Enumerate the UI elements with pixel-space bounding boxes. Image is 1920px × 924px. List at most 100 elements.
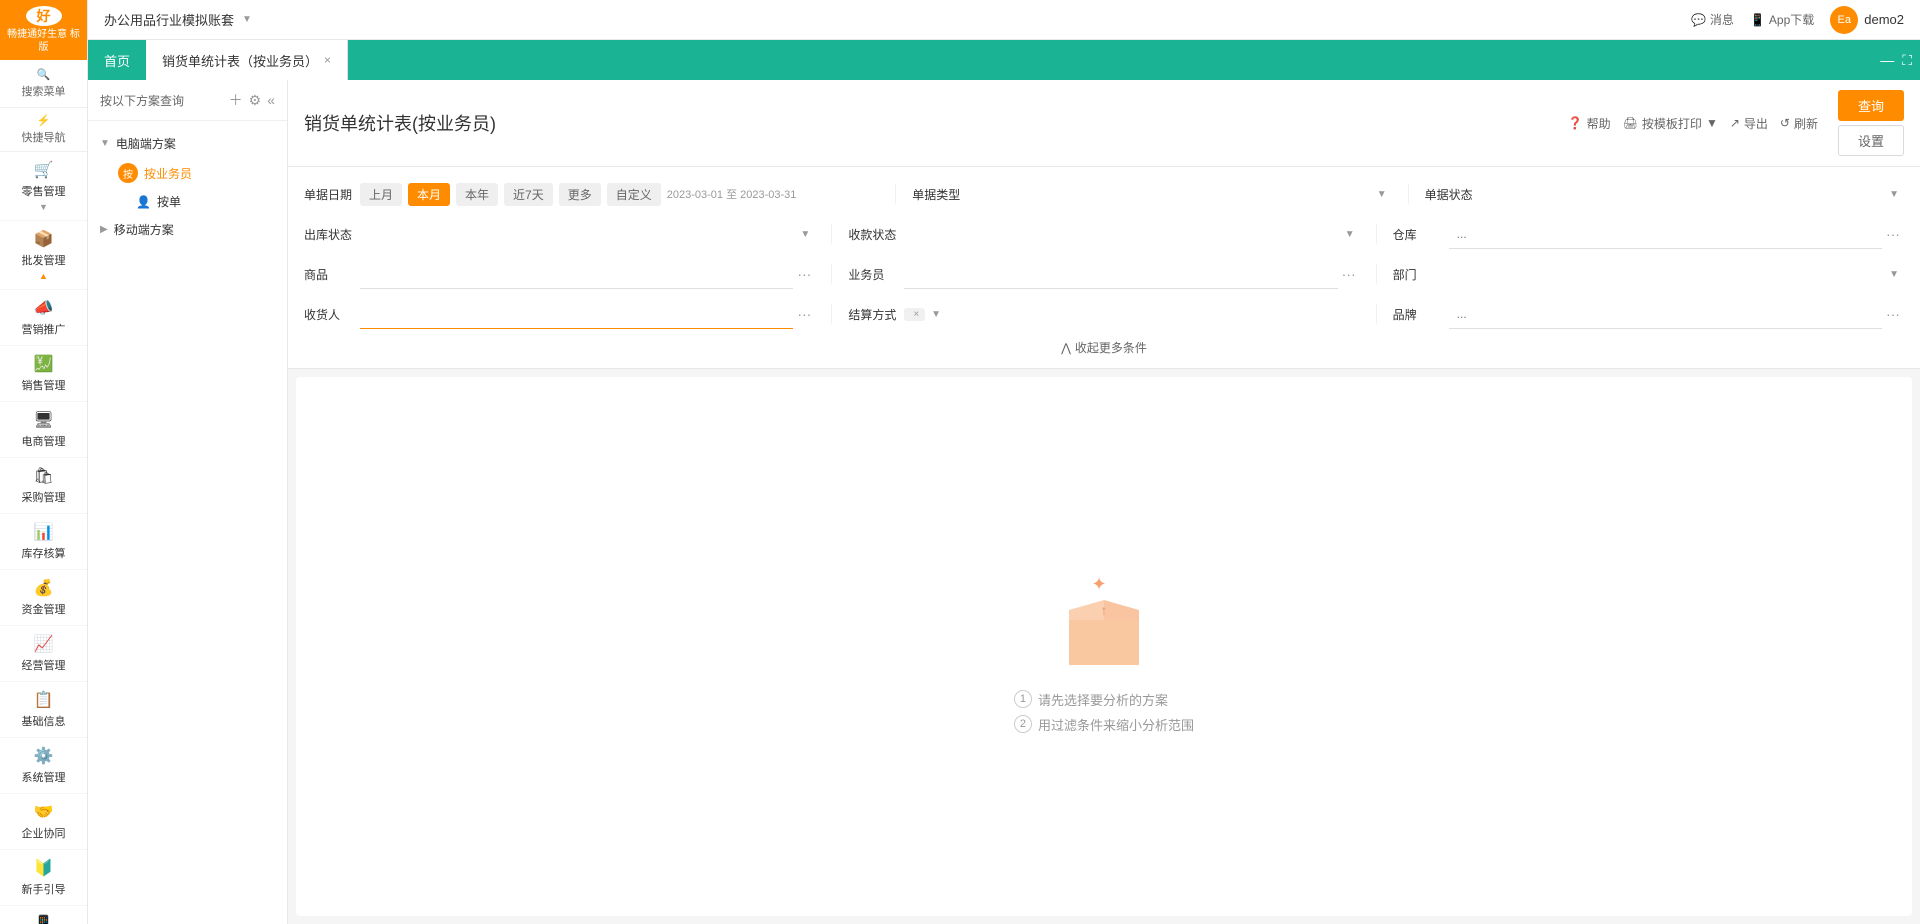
goods-more-btn[interactable]: ··· xyxy=(793,266,815,282)
department-arrow: ▼ xyxy=(1889,269,1899,280)
sidebar-item-enterprise[interactable]: 🤝 企业协同 xyxy=(0,794,87,850)
tree-grandchild-by-order-label: 按单 xyxy=(157,193,181,210)
settlement-dropdown-arrow[interactable]: ▼ xyxy=(931,309,941,320)
settings-scheme-button[interactable]: ⚙ xyxy=(249,92,262,109)
sidebar-item-retail[interactable]: 🛒 零售管理 ▼ xyxy=(0,152,87,221)
warehouse-more-btn[interactable]: ··· xyxy=(1882,226,1904,242)
doc-type-select[interactable]: ▼ xyxy=(968,179,1391,209)
receiver-more-btn[interactable]: ··· xyxy=(793,306,815,322)
tree-item-desktop[interactable]: ▼ 电脑端方案 xyxy=(88,129,287,158)
sidebar-item-wholesale[interactable]: 📦 批发管理 ▲ xyxy=(0,221,87,290)
tab-sales-stats[interactable]: 销货单统计表（按业务员） × xyxy=(146,40,348,80)
filter-area: 单据日期 上月 本月 本年 近7天 更多 自定义 2023-03-01 至 20… xyxy=(288,167,1920,369)
tab-maximize-button[interactable]: ⛶ xyxy=(1902,52,1912,69)
date-btn-this-month[interactable]: 本月 xyxy=(408,183,450,206)
logo-icon: 好 xyxy=(26,6,62,26)
export-label: 导出 xyxy=(1744,115,1768,132)
warehouse-input[interactable] xyxy=(1449,219,1882,249)
empty-state: ✦ ↑ 1 请先选择要分析的方案 2 用过滤条件来缩小分析范围 xyxy=(1014,560,1194,734)
delivery-select[interactable]: ▼ xyxy=(360,219,815,249)
wholesale-arrow: ▲ xyxy=(39,271,48,281)
export-button[interactable]: ↗ 导出 xyxy=(1730,115,1768,132)
refresh-button[interactable]: ↺ 刷新 xyxy=(1780,115,1818,132)
date-btn-this-year[interactable]: 本年 xyxy=(456,183,498,206)
print-dropdown-icon: ▼ xyxy=(1706,116,1718,130)
date-btn-more[interactable]: 更多 xyxy=(559,183,601,206)
top-header-right: 💬 消息 📱 App下载 Ea demo2 xyxy=(1691,6,1904,34)
user-menu[interactable]: Ea demo2 xyxy=(1830,6,1904,34)
receiver-input[interactable] xyxy=(360,299,793,329)
quick-nav[interactable]: ⚡ 快捷导航 xyxy=(0,108,87,152)
app-download-button[interactable]: 📱 App下载 xyxy=(1750,11,1814,28)
tree-item-mobile[interactable]: ▶ 移动端方案 xyxy=(88,215,287,244)
sidebar-item-inventory[interactable]: 📊 库存核算 xyxy=(0,514,87,570)
divider-7 xyxy=(831,304,832,324)
sidebar-item-basic-info[interactable]: 📋 基础信息 xyxy=(0,682,87,738)
tree-grandchild-by-order[interactable]: 👤 按单 xyxy=(88,188,287,215)
settlement-tag-close[interactable]: × xyxy=(913,309,919,320)
search-menu[interactable]: 🔍 搜索菜单 xyxy=(0,60,87,108)
salesman-filter: 业务员 ··· xyxy=(848,259,1359,289)
sidebar-item-sales[interactable]: 💹 销售管理 xyxy=(0,346,87,402)
print-button[interactable]: 🖨 按模板打印 ▼ xyxy=(1623,115,1718,132)
doc-status-select[interactable]: ▼ xyxy=(1481,179,1904,209)
message-button[interactable]: 💬 消息 xyxy=(1691,11,1734,28)
app-title: 办公用品行业模拟账套 xyxy=(104,10,234,29)
date-btn-last-7-days[interactable]: 近7天 xyxy=(504,183,553,206)
salesman-more-btn[interactable]: ··· xyxy=(1338,266,1360,282)
add-scheme-button[interactable]: ＋ xyxy=(229,90,243,110)
setting-button[interactable]: 设置 xyxy=(1838,125,1904,156)
page-header: 销货单统计表(按业务员) ❓ 帮助 🖨 按模板打印 ▼ ↗ 导出 xyxy=(288,80,1920,167)
date-btn-last-month[interactable]: 上月 xyxy=(360,183,402,206)
page-title: 销货单统计表(按业务员) xyxy=(304,110,496,136)
salesman-scheme-icon: 按 xyxy=(118,163,138,183)
sidebar-item-operations-label: 经营管理 xyxy=(22,657,66,673)
collapse-button[interactable]: ⋀ 收起更多条件 xyxy=(304,339,1904,356)
date-btn-custom[interactable]: 自定义 xyxy=(607,183,661,206)
sidebar-item-operations[interactable]: 📈 经营管理 xyxy=(0,626,87,682)
refresh-label: 刷新 xyxy=(1794,115,1818,132)
tab-close-button[interactable]: × xyxy=(324,53,331,67)
department-label: 部门 xyxy=(1393,266,1449,283)
page-header-actions: ❓ 帮助 🖨 按模板打印 ▼ ↗ 导出 ↺ 刷新 xyxy=(1568,90,1904,156)
page-content: 按以下方案查询 ＋ ⚙ « ▼ 电脑端方案 按 按业务员 👤 xyxy=(88,80,1920,924)
doc-type-label: 单据类型 xyxy=(912,186,968,203)
app-download-label: App下载 xyxy=(1769,11,1814,28)
help-button[interactable]: ❓ 帮助 xyxy=(1568,115,1611,132)
sidebar-item-ecommerce[interactable]: 🖥 电商管理 xyxy=(0,402,87,458)
settlement-tag: × xyxy=(904,308,925,321)
tab-bar-right: — ⛶ xyxy=(1880,40,1920,80)
divider-6 xyxy=(1376,264,1377,284)
brand-input[interactable] xyxy=(1449,299,1882,329)
tree-child-by-salesman[interactable]: 按 按业务员 xyxy=(88,158,287,188)
filter-row-1: 单据日期 上月 本月 本年 近7天 更多 自定义 2023-03-01 至 20… xyxy=(304,179,1904,209)
app-title-dropdown[interactable]: ▼ xyxy=(242,14,252,25)
salesman-input[interactable] xyxy=(904,259,1337,289)
query-button[interactable]: 查询 xyxy=(1838,90,1904,121)
sales-icon: 💹 xyxy=(34,354,54,374)
sidebar-item-app-center[interactable]: 📱 应用中心 xyxy=(0,906,87,924)
tree-item-mobile-label: 移动端方案 xyxy=(114,221,174,238)
sidebar-item-marketing[interactable]: 📣 营销推广 xyxy=(0,290,87,346)
goods-input[interactable] xyxy=(360,259,793,289)
warehouse-filter: 仓库 ··· xyxy=(1393,219,1904,249)
retail-icon: 🛒 xyxy=(34,160,54,180)
sidebar-item-system[interactable]: ⚙️ 系统管理 xyxy=(0,738,87,794)
sidebar-item-finance[interactable]: 💰 资金管理 xyxy=(0,570,87,626)
tab-home[interactable]: 首页 xyxy=(88,40,146,80)
divider-5 xyxy=(831,264,832,284)
collapse-panel-button[interactable]: « xyxy=(267,92,275,108)
brand-more-btn[interactable]: ··· xyxy=(1882,306,1904,322)
left-panel-title: 按以下方案查询 xyxy=(100,92,184,109)
department-select[interactable]: ▼ xyxy=(1449,259,1904,289)
export-icon: ↗ xyxy=(1730,116,1740,130)
receipt-select[interactable]: ▼ xyxy=(904,219,1359,249)
sidebar-item-purchase[interactable]: 🛍 采购管理 xyxy=(0,458,87,514)
tree-child-by-salesman-label: 按业务员 xyxy=(144,165,192,182)
empty-hint-2-text: 用过滤条件来缩小分析范围 xyxy=(1038,715,1194,734)
date-options-group: 上月 本月 本年 近7天 更多 自定义 2023-03-01 至 2023-03… xyxy=(360,183,879,206)
sidebar-item-guide[interactable]: 🔰 新手引导 xyxy=(0,850,87,906)
main-area: 办公用品行业模拟账套 ▼ 💬 消息 📱 App下载 Ea demo2 首页 xyxy=(88,0,1920,924)
divider-8 xyxy=(1376,304,1377,324)
tab-minimize-button[interactable]: — xyxy=(1880,52,1894,68)
